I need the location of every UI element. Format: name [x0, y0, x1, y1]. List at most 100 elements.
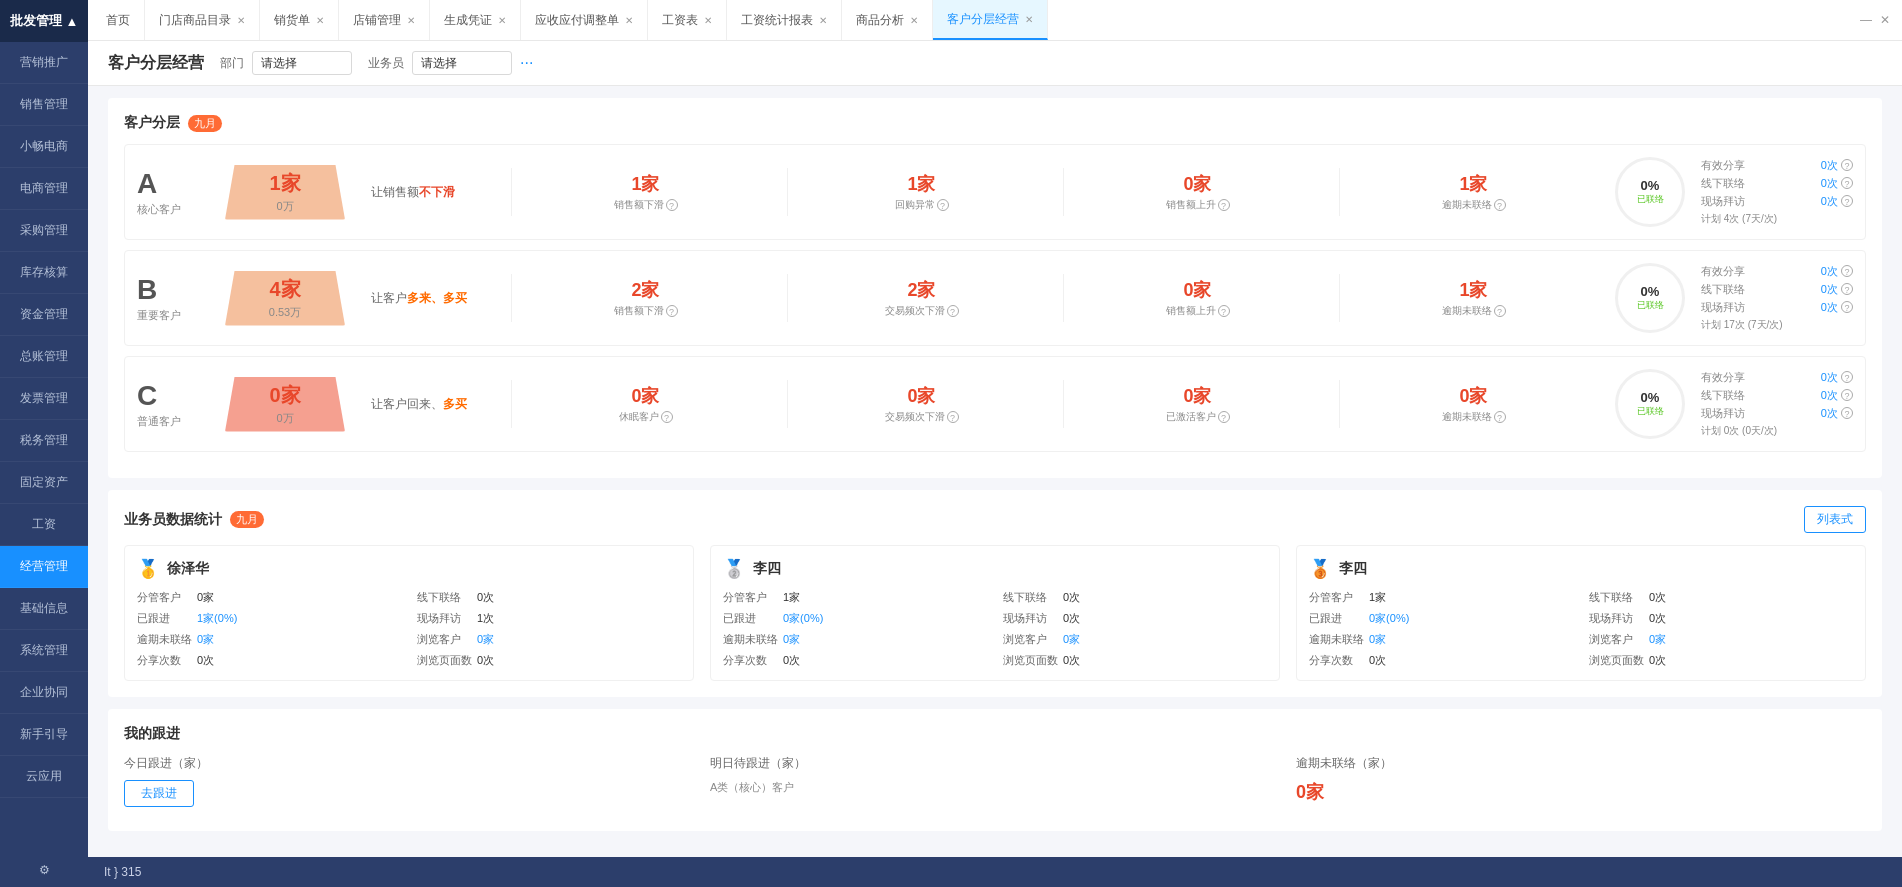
tab-商品分析[interactable]: 商品分析✕: [842, 0, 933, 40]
info-icon[interactable]: ?: [947, 305, 959, 317]
tab-close-icon[interactable]: ✕: [819, 15, 827, 26]
tab-close-icon[interactable]: ✕: [704, 15, 712, 26]
stat-value: 0次: [1369, 653, 1386, 668]
sidebar-item-固定资产[interactable]: 固定资产: [0, 462, 88, 504]
info-icon[interactable]: ?: [1841, 283, 1853, 295]
info-icon[interactable]: ?: [937, 199, 949, 211]
stat-value: 0家: [197, 590, 214, 605]
sidebar-item-采购管理[interactable]: 采购管理: [0, 210, 88, 252]
tab-销货单[interactable]: 销货单✕: [260, 0, 339, 40]
info-icon[interactable]: ?: [1841, 177, 1853, 189]
staff-stat-row: 线下联络0次: [1003, 590, 1267, 605]
sidebar-item-系统管理[interactable]: 系统管理: [0, 630, 88, 672]
info-icon[interactable]: ?: [947, 411, 959, 423]
tab-close-icon[interactable]: ✕: [910, 15, 918, 26]
window-minimize-icon[interactable]: —: [1860, 13, 1872, 27]
tab-close-icon[interactable]: ✕: [498, 15, 506, 26]
sidebar-item-云应用[interactable]: 云应用: [0, 756, 88, 798]
tab-close-icon[interactable]: ✕: [316, 15, 324, 26]
contact-info-value[interactable]: 0次 ?: [1821, 194, 1853, 209]
stat-count: 1家: [1348, 172, 1599, 196]
tab-close-icon[interactable]: ✕: [407, 15, 415, 26]
stat-count: 2家: [520, 278, 771, 302]
sidebar-item-税务管理[interactable]: 税务管理: [0, 420, 88, 462]
stat-value[interactable]: 0家: [1063, 632, 1080, 647]
stat-value[interactable]: 0家: [1369, 632, 1386, 647]
contact-info-value[interactable]: 0次 ?: [1821, 282, 1853, 297]
sidebar-item-基础信息[interactable]: 基础信息: [0, 588, 88, 630]
tab-门店商品目录[interactable]: 门店商品目录✕: [145, 0, 260, 40]
info-icon[interactable]: ?: [666, 305, 678, 317]
contact-info-value[interactable]: 0次 ?: [1821, 388, 1853, 403]
tab-生成凭证[interactable]: 生成凭证✕: [430, 0, 521, 40]
list-view-btn[interactable]: 列表式: [1804, 506, 1866, 533]
tab-close-icon[interactable]: ✕: [237, 15, 245, 26]
info-icon[interactable]: ?: [1841, 195, 1853, 207]
tab-应收应付调整单[interactable]: 应收应付调整单✕: [521, 0, 648, 40]
stat-value[interactable]: 0家: [1649, 632, 1666, 647]
stat-label: 线下联络: [1589, 590, 1645, 605]
stat-value[interactable]: 1家(0%): [197, 611, 237, 626]
dept-select[interactable]: 请选择: [252, 51, 352, 75]
info-icon[interactable]: ?: [666, 199, 678, 211]
info-icon[interactable]: ?: [661, 411, 673, 423]
sales-select[interactable]: 请选择: [412, 51, 512, 75]
info-icon[interactable]: ?: [1841, 389, 1853, 401]
info-icon[interactable]: ?: [1841, 301, 1853, 313]
sidebar-item-总账管理[interactable]: 总账管理: [0, 336, 88, 378]
info-icon[interactable]: ?: [1218, 411, 1230, 423]
a-class-label: A类（核心）客户: [710, 780, 1280, 795]
info-icon[interactable]: ?: [1494, 305, 1506, 317]
sidebar-settings[interactable]: ⚙: [0, 853, 88, 887]
sidebar-item-小畅电商[interactable]: 小畅电商: [0, 126, 88, 168]
contact-info-value[interactable]: 0次 ?: [1821, 176, 1853, 191]
info-icon[interactable]: ?: [1494, 411, 1506, 423]
tier-row-A: A核心客户 1家 0万 让销售额不下滑 1家 销售额下滑 ? 1家 回购异常 ?…: [124, 144, 1866, 240]
tab-bar-actions[interactable]: — ✕: [1860, 13, 1898, 27]
tab-close-icon[interactable]: ✕: [1025, 14, 1033, 25]
stat-value[interactable]: 0家(0%): [1369, 611, 1409, 626]
window-close-icon[interactable]: ✕: [1880, 13, 1890, 27]
contact-info-label: 线下联络: [1701, 176, 1745, 191]
sidebar-item-营销推广[interactable]: 营销推广: [0, 42, 88, 84]
staff-stat-row: 浏览客户0家: [417, 632, 681, 647]
sidebar-item-经营管理[interactable]: 经营管理: [0, 546, 88, 588]
tab-工资表[interactable]: 工资表✕: [648, 0, 727, 40]
more-filters-icon[interactable]: ···: [520, 54, 533, 72]
sidebar-item-库存核算[interactable]: 库存核算: [0, 252, 88, 294]
info-icon[interactable]: ?: [1841, 371, 1853, 383]
goto-followup-btn[interactable]: 去跟进: [124, 780, 194, 807]
info-icon[interactable]: ?: [1494, 199, 1506, 211]
sidebar-item-新手引导[interactable]: 新手引导: [0, 714, 88, 756]
contact-pct: 0%: [1641, 284, 1660, 299]
contact-info-value[interactable]: 0次 ?: [1821, 300, 1853, 315]
sidebar-expand-icon[interactable]: ▲: [66, 14, 79, 29]
tab-客户分层经营[interactable]: 客户分层经营✕: [933, 0, 1048, 40]
info-icon[interactable]: ?: [1841, 159, 1853, 171]
contact-plan: 计划 4次 (7天/次): [1701, 212, 1853, 226]
contact-info-value[interactable]: 0次 ?: [1821, 406, 1853, 421]
info-icon[interactable]: ?: [1218, 199, 1230, 211]
sidebar-item-工资[interactable]: 工资: [0, 504, 88, 546]
tab-首页[interactable]: 首页: [92, 0, 145, 40]
stat-value[interactable]: 0家(0%): [783, 611, 823, 626]
contact-info-value[interactable]: 0次 ?: [1821, 158, 1853, 173]
tab-工资统计报表[interactable]: 工资统计报表✕: [727, 0, 842, 40]
stat-value[interactable]: 0家: [783, 632, 800, 647]
staff-stat-row: 分管客户0家: [137, 590, 401, 605]
contact-info-value[interactable]: 0次 ?: [1821, 264, 1853, 279]
stat-value[interactable]: 0家: [477, 632, 494, 647]
sidebar-item-企业协同[interactable]: 企业协同: [0, 672, 88, 714]
sidebar-header[interactable]: 批发管理 ▲: [0, 0, 88, 42]
tab-close-icon[interactable]: ✕: [625, 15, 633, 26]
info-icon[interactable]: ?: [1841, 265, 1853, 277]
tab-店铺管理[interactable]: 店铺管理✕: [339, 0, 430, 40]
sidebar-item-电商管理[interactable]: 电商管理: [0, 168, 88, 210]
info-icon[interactable]: ?: [1841, 407, 1853, 419]
contact-info-value[interactable]: 0次 ?: [1821, 370, 1853, 385]
info-icon[interactable]: ?: [1218, 305, 1230, 317]
sidebar-item-资金管理[interactable]: 资金管理: [0, 294, 88, 336]
stat-value[interactable]: 0家: [197, 632, 214, 647]
sidebar-item-发票管理[interactable]: 发票管理: [0, 378, 88, 420]
sidebar-item-销售管理[interactable]: 销售管理: [0, 84, 88, 126]
